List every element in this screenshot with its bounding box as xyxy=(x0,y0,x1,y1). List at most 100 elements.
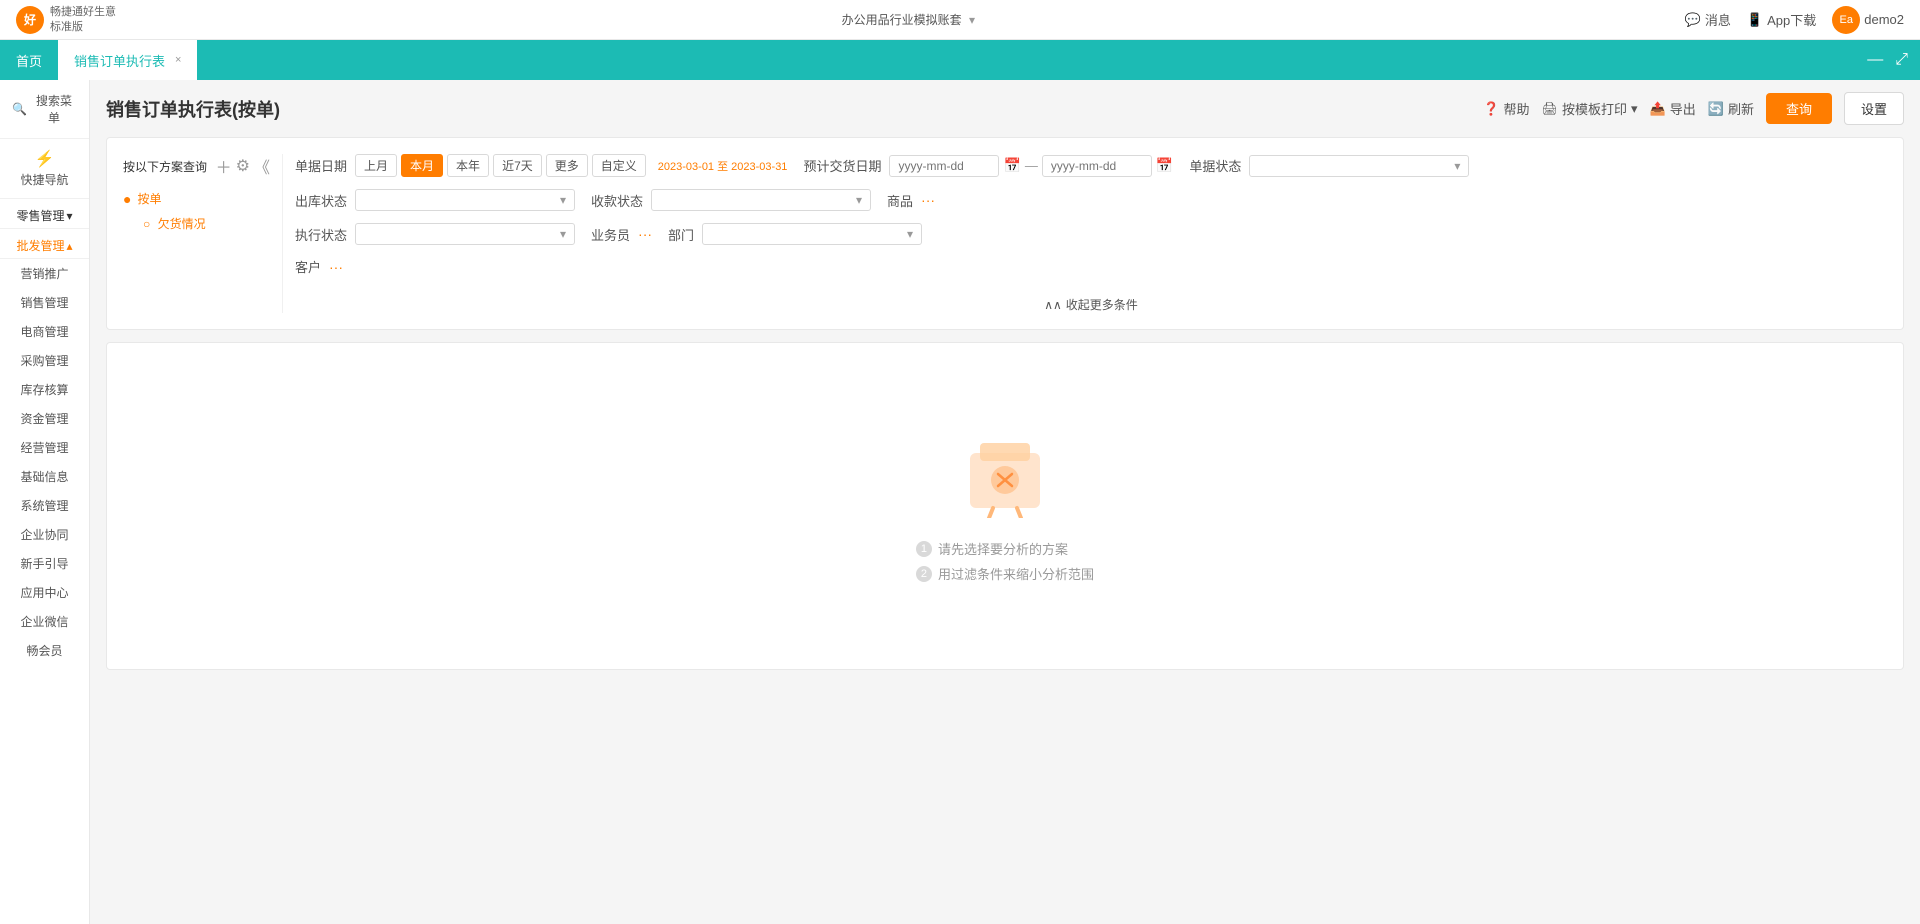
empty-state: 1 请先选择要分析的方案 2 用过滤条件来缩小分析范围 xyxy=(107,343,1903,669)
customer-more-btn[interactable]: ··· xyxy=(329,259,343,275)
current-year-btn[interactable]: 本年 xyxy=(447,154,489,177)
search-menu-btn[interactable]: 🔍 搜索菜单 xyxy=(8,88,81,130)
sidebar-search[interactable]: 🔍 搜索菜单 xyxy=(0,80,89,139)
salesperson-group: 业务员 ··· xyxy=(591,225,652,244)
refresh-icon: 🔄 xyxy=(1708,101,1724,117)
tip-num-2: 2 xyxy=(916,566,932,582)
tab-close-icon[interactable]: × xyxy=(175,54,181,66)
minimize-btn[interactable]: — xyxy=(1863,47,1887,73)
scheme-item-dan[interactable]: ● 按单 xyxy=(123,186,270,211)
doc-status-group: 单据状态 ▾ xyxy=(1189,155,1469,177)
app-download-btn[interactable]: 📱 App下载 xyxy=(1747,10,1816,29)
dept-select[interactable]: ▾ xyxy=(702,223,922,245)
page-title: 销售订单执行表(按单) xyxy=(106,96,280,122)
logo-icon: 好 xyxy=(16,6,44,34)
help-btn[interactable]: ❓ 帮助 xyxy=(1483,99,1529,118)
quick-nav-icon: ⚡ xyxy=(35,149,55,169)
exec-status-group: 执行状态 ▾ xyxy=(295,223,575,245)
sidebar-item-purchase[interactable]: 采购管理 xyxy=(0,346,89,375)
sidebar-item-app-center[interactable]: 应用中心 xyxy=(0,578,89,607)
ship-status-group: 出库状态 ▾ xyxy=(295,189,575,211)
sidebar-section-retail: 零售管理 ▾ xyxy=(0,199,89,229)
filter-content: 按以下方案查询 ＋ ⚙ 《 ● 按单 ○ xyxy=(123,154,1887,313)
tip-num-1: 1 xyxy=(916,541,932,557)
print-arrow-icon: ▾ xyxy=(1631,101,1638,117)
messages-btn[interactable]: 💬 消息 xyxy=(1685,10,1731,29)
settings-scheme-btn[interactable]: ⚙ xyxy=(236,154,250,178)
maximize-btn[interactable]: ⤢ xyxy=(1891,47,1912,73)
date-range-text: 2023-03-01 至 2023-03-31 xyxy=(658,158,788,174)
delivery-date-start[interactable] xyxy=(889,155,999,177)
tab-home[interactable]: 首页 xyxy=(0,40,58,80)
collapse-icon: ∧∧ xyxy=(1044,298,1062,312)
settings-button[interactable]: 设置 xyxy=(1844,92,1904,125)
delivery-date-inputs: 📅 — 📅 xyxy=(889,155,1173,177)
sidebar-item-wechat[interactable]: 企业微信 xyxy=(0,607,89,636)
scheme-sub-item-owed[interactable]: ○ 欠货情况 xyxy=(123,211,270,236)
search-icon: 🔍 xyxy=(12,102,27,116)
receipt-status-select[interactable]: ▾ xyxy=(651,189,871,211)
user-menu[interactable]: Ea demo2 xyxy=(1832,6,1904,34)
sidebar-item-inventory[interactable]: 库存核算 xyxy=(0,375,89,404)
expected-delivery-group: 预计交货日期 📅 — 📅 xyxy=(803,155,1173,177)
query-button[interactable]: 查询 xyxy=(1766,93,1832,124)
ship-status-select[interactable]: ▾ xyxy=(355,189,575,211)
filter-row-3: 执行状态 ▾ 业务员 ··· 部门 xyxy=(295,223,1887,245)
logo-area: 好 畅捷通好生意 标准版 xyxy=(16,5,116,34)
sidebar-item-vip[interactable]: 畅会员 xyxy=(0,636,89,665)
sidebar-item-sales[interactable]: 销售管理 xyxy=(0,288,89,317)
dept-arrow-icon: ▾ xyxy=(907,227,913,241)
sidebar-item-basic-info[interactable]: 基础信息 xyxy=(0,462,89,491)
sidebar-item-retail[interactable]: 零售管理 ▾ xyxy=(0,199,89,228)
content-area: 销售订单执行表(按单) ❓ 帮助 🖨 按模板打印 ▾ 📤 导出 xyxy=(90,80,1920,924)
doc-date-label: 单据日期 xyxy=(295,156,347,175)
custom-date-btn[interactable]: 自定义 xyxy=(592,154,646,177)
filter-card: 按以下方案查询 ＋ ⚙ 《 ● 按单 ○ xyxy=(106,137,1904,330)
sidebar-section-wholesale: 批发管理 ▴ xyxy=(0,229,89,259)
sub-item-icon: ○ xyxy=(143,217,150,231)
more-date-btn[interactable]: 更多 xyxy=(546,154,588,177)
sidebar-item-quick-nav[interactable]: ⚡ 快捷导航 xyxy=(0,143,89,194)
last-month-btn[interactable]: 上月 xyxy=(355,154,397,177)
expected-delivery-label: 预计交货日期 xyxy=(803,156,881,175)
filter-row-4: 客户 ··· xyxy=(295,257,1887,276)
product-more-btn[interactable]: ··· xyxy=(921,192,935,208)
sidebar-item-wholesale[interactable]: 批发管理 ▴ xyxy=(0,229,89,258)
receipt-status-group: 收款状态 ▾ xyxy=(591,189,871,211)
top-bar-left: 好 畅捷通好生意 标准版 xyxy=(16,5,116,34)
sidebar-item-newbie[interactable]: 新手引导 xyxy=(0,549,89,578)
sidebar-item-operation[interactable]: 经营管理 xyxy=(0,433,89,462)
salesperson-label: 业务员 xyxy=(591,225,630,244)
delivery-date-end[interactable] xyxy=(1042,155,1152,177)
page-actions: ❓ 帮助 🖨 按模板打印 ▾ 📤 导出 🔄 刷新 xyxy=(1483,92,1904,125)
doc-status-select[interactable]: ▾ xyxy=(1249,155,1469,177)
ship-status-label: 出库状态 xyxy=(295,191,347,210)
sidebar-item-marketing[interactable]: 营销推广 xyxy=(0,259,89,288)
calendar-start-icon[interactable]: 📅 xyxy=(1003,157,1020,174)
exec-status-select[interactable]: ▾ xyxy=(355,223,575,245)
sidebar-item-system[interactable]: 系统管理 xyxy=(0,491,89,520)
last7-btn[interactable]: 近7天 xyxy=(493,154,542,177)
sidebar-item-enterprise[interactable]: 企业协同 xyxy=(0,520,89,549)
scheme-panel: 按以下方案查询 ＋ ⚙ 《 ● 按单 ○ xyxy=(123,154,283,313)
exec-status-label: 执行状态 xyxy=(295,225,347,244)
current-month-btn[interactable]: 本月 xyxy=(401,154,443,177)
add-scheme-btn[interactable]: ＋ xyxy=(216,154,232,178)
export-btn[interactable]: 📤 导出 xyxy=(1650,99,1696,118)
export-icon: 📤 xyxy=(1650,101,1666,117)
top-bar-right: 💬 消息 📱 App下载 Ea demo2 xyxy=(1685,6,1904,34)
scheme-actions: ＋ ⚙ 《 xyxy=(216,154,270,178)
sidebar-item-finance[interactable]: 资金管理 xyxy=(0,404,89,433)
print-btn[interactable]: 🖨 按模板打印 ▾ xyxy=(1542,99,1638,118)
main-layout: 🔍 搜索菜单 ⚡ 快捷导航 零售管理 ▾ 批发管理 ▴ 营销推广 xyxy=(0,80,1920,924)
dept-label: 部门 xyxy=(668,225,694,244)
receipt-status-label: 收款状态 xyxy=(591,191,643,210)
salesperson-more-btn[interactable]: ··· xyxy=(638,226,652,242)
calendar-end-icon[interactable]: 📅 xyxy=(1156,157,1173,174)
sidebar-item-ecommerce[interactable]: 电商管理 xyxy=(0,317,89,346)
nav-tabs-right: — ⤢ xyxy=(1863,40,1920,80)
refresh-btn[interactable]: 🔄 刷新 xyxy=(1708,99,1754,118)
collapse-btn[interactable]: ∧∧ 收起更多条件 xyxy=(1044,296,1138,313)
collapse-scheme-btn[interactable]: 《 xyxy=(254,154,270,178)
tab-sales-order[interactable]: 销售订单执行表 × xyxy=(58,40,197,80)
